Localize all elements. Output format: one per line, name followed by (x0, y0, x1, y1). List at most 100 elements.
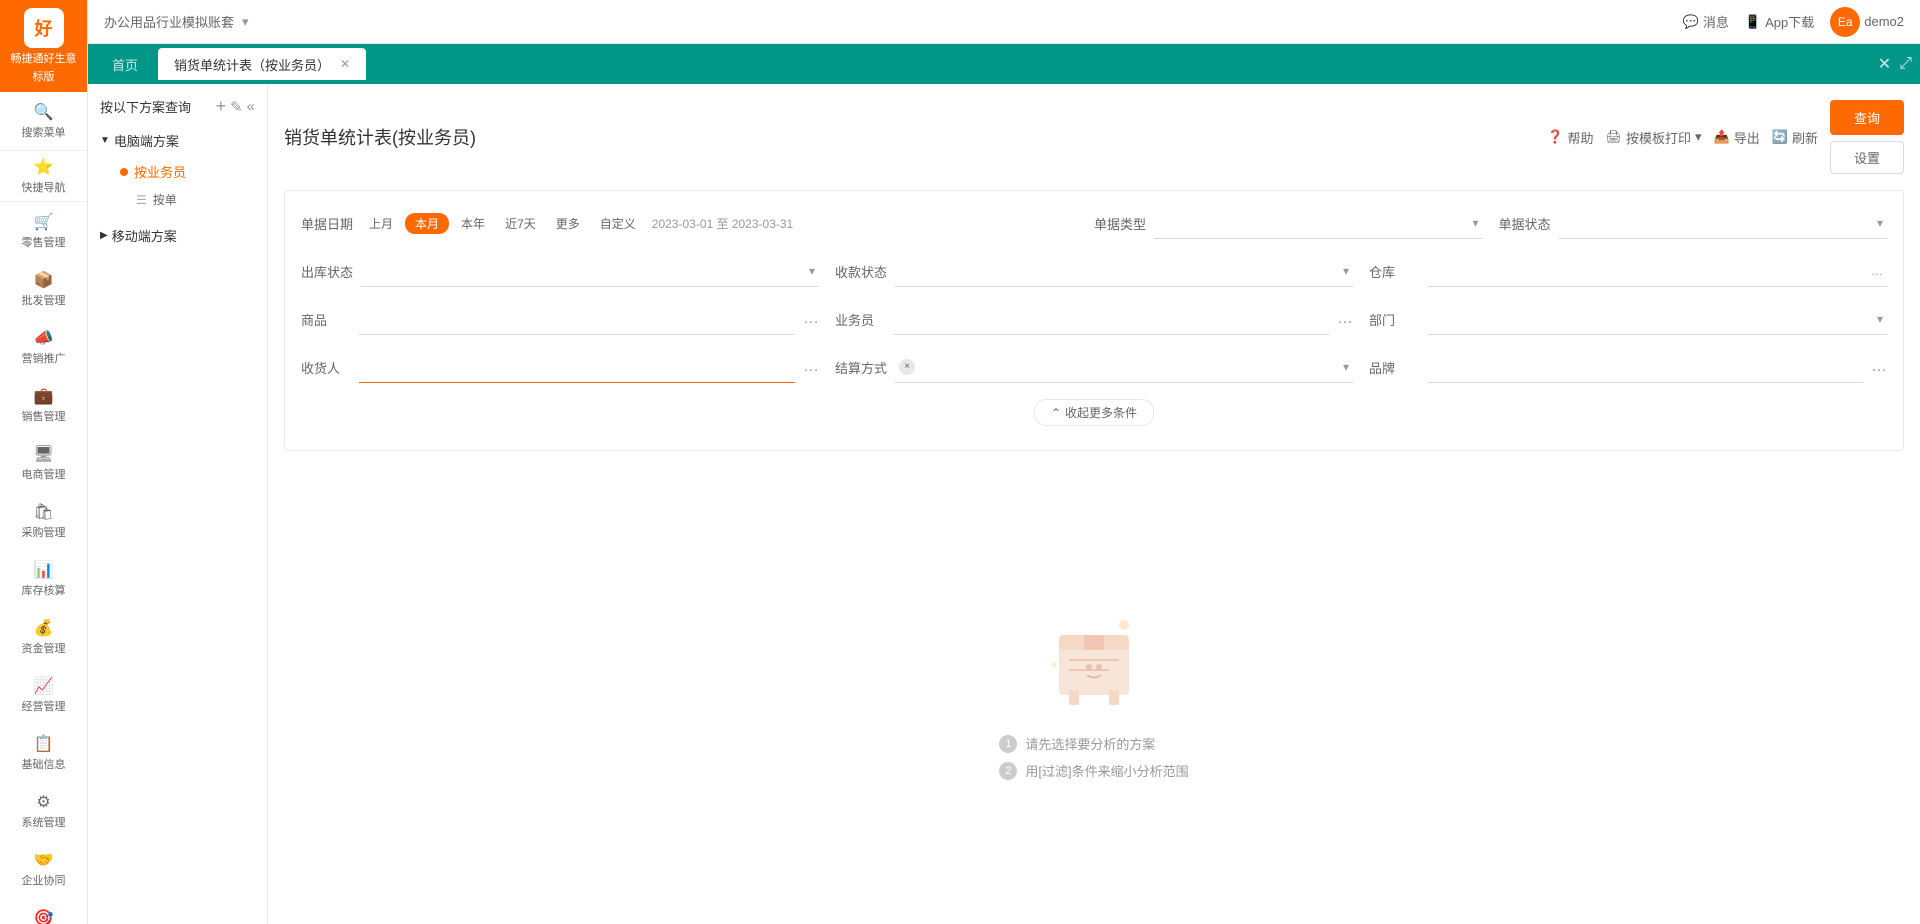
breadcrumb-area: 办公用品行业模拟账套 ▾ (104, 12, 249, 31)
sidebar-item-inventory[interactable]: 📊 库存核算 (0, 550, 87, 608)
date-tab-custom[interactable]: 自定义 (592, 213, 644, 234)
brand-label: 品牌 (1369, 358, 1419, 377)
recipient-label: 收货人 (301, 358, 351, 377)
add-scheme-btn[interactable]: + (216, 96, 227, 117)
help-label: 帮助 (1568, 128, 1594, 147)
scheme-item-salesperson[interactable]: 按业务员 (100, 156, 255, 187)
sidebar-item-finance[interactable]: 💰 资金管理 (0, 608, 87, 666)
query-button[interactable]: 查询 (1830, 100, 1904, 135)
collapse-filters-btn[interactable]: ⌃ 收起更多条件 (1034, 399, 1154, 426)
filter-department: 部门 ▾ (1369, 303, 1887, 335)
goods-input[interactable] (359, 303, 795, 335)
app-download-btn[interactable]: 📱 App下载 (1745, 12, 1814, 31)
tab-close-icon[interactable]: ✕ (340, 57, 350, 71)
sidebar-search[interactable]: 🔍 搜索菜单 (0, 92, 87, 151)
filter-form: 单据日期 上月 本月 本年 近7天 更多 自定义 2023-03-01 至 20… (284, 190, 1904, 451)
recipient-dots[interactable]: … (803, 358, 819, 376)
doc-type-select[interactable]: ▾ (1154, 207, 1482, 239)
chevron-down-icon: ▾ (1695, 129, 1702, 145)
date-tab-this-year[interactable]: 本年 (453, 213, 493, 234)
tab-sales-stats[interactable]: 销货单统计表（按业务员） ✕ (158, 48, 366, 80)
triangle-icon: ▼ (100, 135, 110, 146)
sidebar-item-purchase[interactable]: 🛍 采购管理 (0, 492, 87, 550)
print-icon: 🖨 (1606, 129, 1623, 145)
brand-input[interactable] (1427, 351, 1863, 383)
left-panel: 按以下方案查询 + ✎ « ▼ 电脑端方案 按业务员 ☰ 按单 (88, 84, 268, 924)
basic-label: 基础信息 (22, 756, 66, 772)
tab-sales-stats-label: 销货单统计表（按业务员） (174, 55, 330, 74)
sidebar-item-retail[interactable]: 🛒 零售管理 (0, 202, 87, 260)
refresh-btn[interactable]: 🔄 刷新 (1772, 128, 1818, 147)
sidebar-item-marketing[interactable]: 📣 营销推广 (0, 318, 87, 376)
sidebar-item-system[interactable]: ⚙ 系统管理 (0, 782, 87, 840)
warehouse-select[interactable]: … (1427, 255, 1887, 287)
recipient-input[interactable] (359, 351, 795, 383)
dropdown-arrow[interactable]: ▾ (242, 14, 249, 30)
salesperson-dots[interactable]: … (1337, 310, 1353, 328)
scheme-group-mobile-label: 移动端方案 (112, 226, 177, 245)
top-header: 办公用品行业模拟账套 ▾ 💬 消息 📱 App下载 Ea demo2 (88, 0, 1920, 44)
content-area: 按以下方案查询 + ✎ « ▼ 电脑端方案 按业务员 ☰ 按单 (88, 84, 1920, 924)
inventory-label: 库存核算 (22, 582, 66, 598)
star-icon: ⭐ (34, 157, 54, 177)
receipt-status-label: 收款状态 (835, 262, 887, 281)
filter-date: 单据日期 上月 本月 本年 近7天 更多 自定义 2023-03-01 至 20… (301, 213, 1078, 234)
tab-controls: ✕ ⤢ (1878, 54, 1912, 74)
out-status-select[interactable]: ▾ (361, 255, 819, 287)
date-tab-this-month[interactable]: 本月 (405, 213, 449, 234)
purchase-label: 采购管理 (22, 524, 66, 540)
user-area[interactable]: Ea demo2 (1830, 7, 1904, 37)
message-icon: 💬 (1683, 14, 1699, 30)
goods-dots[interactable]: … (803, 310, 819, 328)
receipt-status-select[interactable]: ▾ (895, 255, 1353, 287)
doc-status-select[interactable]: ▾ (1559, 207, 1887, 239)
scheme-group-mobile-header[interactable]: ▶ 移动端方案 (100, 220, 255, 251)
tip-2-num: 2 (999, 762, 1017, 780)
edit-scheme-btn[interactable]: ✎ (230, 98, 243, 116)
question-icon: ❓ (1547, 129, 1563, 145)
triangle-right-icon: ▶ (100, 230, 108, 241)
doc-type-arrow: ▾ (1472, 216, 1478, 230)
export-btn[interactable]: 📤 导出 (1714, 128, 1760, 147)
date-tab-more[interactable]: 更多 (548, 213, 588, 234)
help-btn[interactable]: ❓ 帮助 (1547, 128, 1593, 147)
date-tab-last-month[interactable]: 上月 (361, 213, 401, 234)
date-label: 单据日期 (301, 214, 353, 233)
scheme-subitem-order[interactable]: ☰ 按单 (100, 187, 255, 212)
left-panel-title: 按以下方案查询 (100, 97, 191, 116)
payment-method-clear-icon[interactable]: × (899, 359, 915, 375)
maximize-icon[interactable]: ⤢ (1899, 55, 1912, 73)
filter-doc-status: 单据状态 ▾ (1499, 207, 1888, 239)
sidebar-item-enterprise[interactable]: 🤝 企业协同 (0, 840, 87, 898)
system-icon: ⚙ (36, 792, 50, 812)
sidebar-quick-nav[interactable]: ⭐ 快捷导航 (0, 151, 87, 202)
tab-home[interactable]: 首页 (96, 48, 154, 80)
operation-label: 经营管理 (22, 698, 66, 714)
sidebar-item-newbie[interactable]: 🎯 新手引导 (0, 898, 87, 924)
sidebar: 好 畅捷通好生意 标版 🔍 搜索菜单 ⭐ 快捷导航 🛒 零售管理 📦 批发管理 … (0, 0, 88, 924)
refresh-label: 刷新 (1792, 128, 1818, 147)
close-window-icon[interactable]: ✕ (1878, 54, 1891, 74)
messages-btn[interactable]: 💬 消息 (1683, 12, 1729, 31)
collapse-panel-btn[interactable]: « (247, 98, 255, 115)
sidebar-item-basic[interactable]: 📋 基础信息 (0, 724, 87, 782)
sidebar-item-ecommerce[interactable]: 🖥 电商管理 (0, 434, 87, 492)
brand-dots[interactable]: … (1871, 358, 1887, 376)
sidebar-item-sales[interactable]: 💼 销售管理 (0, 376, 87, 434)
settings-button[interactable]: 设置 (1830, 141, 1904, 174)
payment-method-select[interactable]: × ▾ (895, 351, 1353, 383)
newbie-icon: 🎯 (34, 908, 54, 924)
page-title-actions: ❓ 帮助 🖨 按模板打印 ▾ 📤 导出 🔄 刷新 (1547, 100, 1904, 174)
sales-icon: 💼 (34, 386, 54, 406)
date-tab-last7[interactable]: 近7天 (497, 213, 544, 234)
template-print-btn[interactable]: 🖨 按模板打印 ▾ (1606, 128, 1702, 147)
department-select[interactable]: ▾ (1427, 303, 1887, 335)
salesperson-input[interactable] (893, 303, 1329, 335)
scheme-group-desktop-header[interactable]: ▼ 电脑端方案 (100, 125, 255, 156)
sidebar-item-wholesale[interactable]: 📦 批发管理 (0, 260, 87, 318)
ecommerce-icon: 🖥 (33, 444, 53, 464)
payment-method-label: 结算方式 (835, 358, 887, 377)
out-status-arrow: ▾ (809, 264, 815, 278)
sidebar-item-operation[interactable]: 📈 经营管理 (0, 666, 87, 724)
goods-label: 商品 (301, 310, 351, 329)
